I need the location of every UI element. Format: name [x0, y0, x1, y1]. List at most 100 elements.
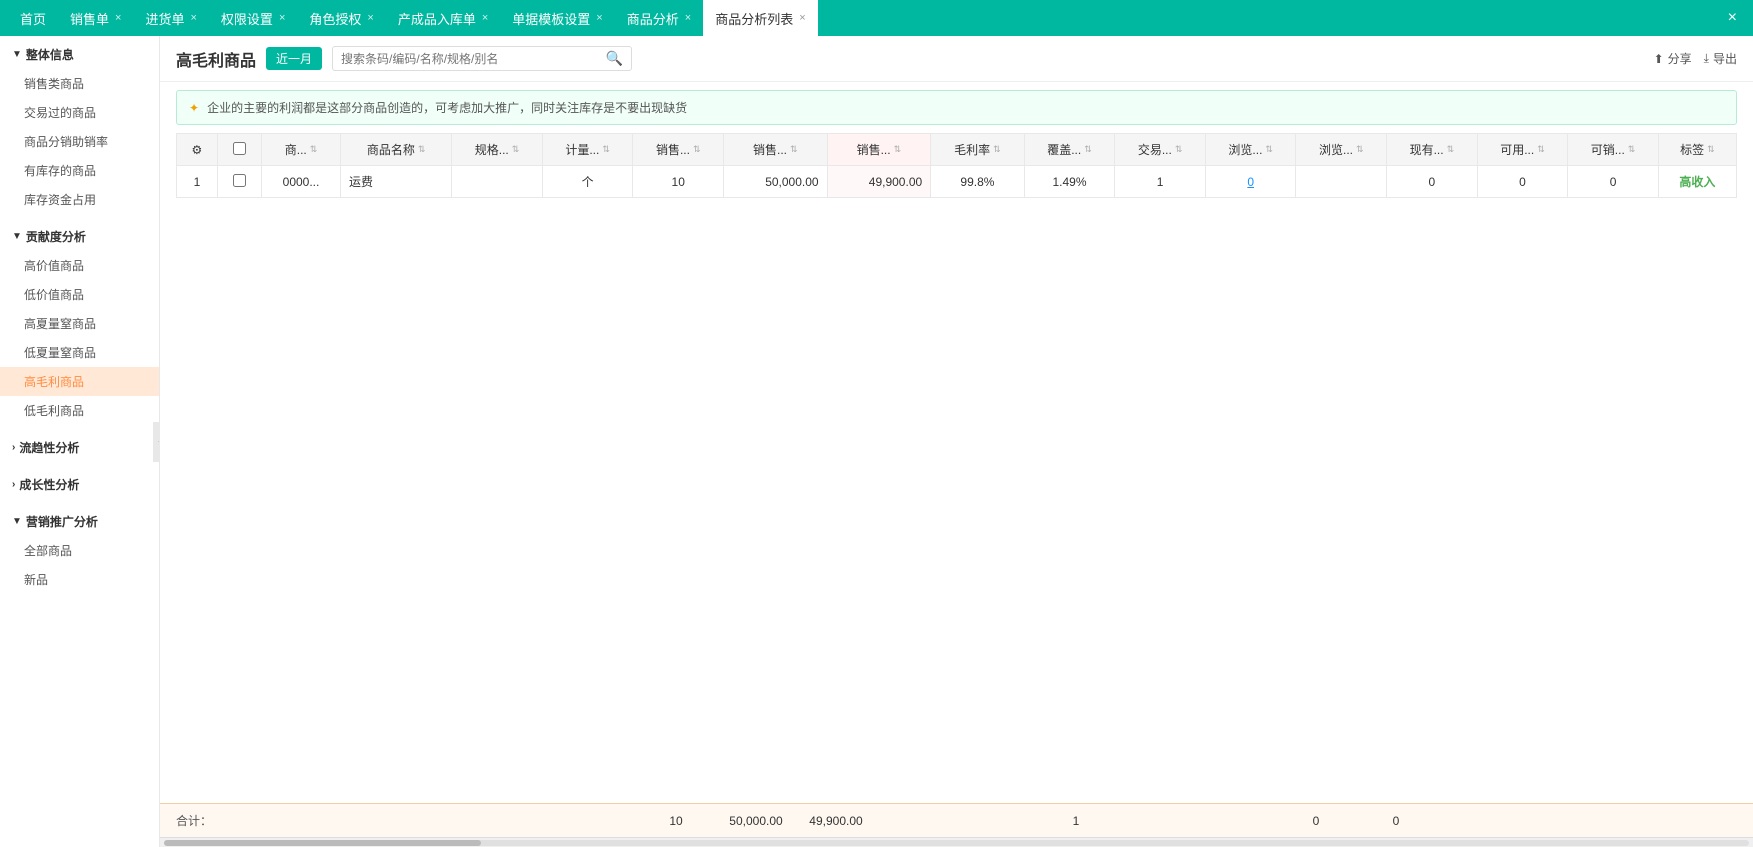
nav-permissions[interactable]: 权限设置 × — [209, 0, 297, 36]
select-all-checkbox[interactable] — [233, 142, 246, 155]
col-checkbox[interactable] — [217, 134, 261, 166]
nav-purchase[interactable]: 进货单 × — [133, 0, 208, 36]
scrollbar-thumb[interactable] — [164, 840, 481, 846]
cell-unit: 个 — [542, 166, 633, 198]
sidebar-item-stocked-goods[interactable]: 有库存的商品 — [0, 156, 159, 185]
sort-icon-14: ⇅ — [1537, 144, 1545, 155]
col-sales-qty[interactable]: 销售...⇅ — [633, 134, 724, 166]
col-settings[interactable]: ⚙ — [177, 134, 218, 166]
nav-sales-label: 销售单 — [70, 9, 109, 28]
summary-cell-sales-qty: 10 — [636, 814, 716, 828]
nav-analysis-close[interactable]: × — [685, 12, 691, 24]
nav-analysis[interactable]: 商品分析 × — [615, 0, 703, 36]
col-coverage[interactable]: 覆盖...⇅ — [1024, 134, 1115, 166]
nav-analysis-list-close[interactable]: × — [799, 12, 805, 24]
sidebar-item-high-margin[interactable]: 高毛利商品 — [0, 367, 159, 396]
col-sales-amount[interactable]: 销售...⇅ — [724, 134, 828, 166]
arrow-down-icon: ▼ — [12, 49, 22, 60]
nav-roles-close[interactable]: × — [367, 12, 373, 24]
cell-browse2 — [1296, 166, 1387, 198]
sidebar-item-inventory-capital[interactable]: 库存资金占用 — [0, 185, 159, 214]
nav-roles[interactable]: 角色授权 × — [297, 0, 385, 36]
sidebar-group-marketing: ▼ 营销推广分析 全部商品 新品 — [0, 503, 159, 598]
nav-product-entry[interactable]: 产成品入库单 × — [386, 0, 500, 36]
sidebar-group-growth-header[interactable]: › 成长性分析 — [0, 470, 159, 499]
sidebar-group-marketing-header[interactable]: ▼ 营销推广分析 — [0, 507, 159, 536]
summary-cells: 10 50,000.00 49,900.00 1 0 0 — [236, 814, 1737, 828]
nav-product-entry-close[interactable]: × — [482, 12, 488, 24]
summary-cell-sales-amount: 50,000.00 — [716, 814, 796, 828]
export-button[interactable]: ⤓ 导出 — [1704, 50, 1737, 67]
nav-analysis-list[interactable]: 商品分析列表 × — [703, 0, 817, 36]
sidebar-group-contribution-header[interactable]: ▼ 贡献度分析 — [0, 222, 159, 251]
cell-gross-rate: 99.8% — [931, 166, 1025, 198]
nav-home[interactable]: 首页 — [8, 0, 58, 36]
nav-roles-label: 角色授权 — [309, 9, 361, 28]
nav-purchase-close[interactable]: × — [190, 12, 196, 24]
sort-icon-2: ⇅ — [418, 144, 426, 155]
cell-browse1[interactable]: 0 — [1205, 166, 1296, 198]
sidebar: « ▼ 整体信息 销售类商品 交易过的商品 商品分销助销率 有库存的商品 库存资… — [0, 36, 160, 847]
share-button[interactable]: ⬆ 分享 — [1654, 50, 1692, 67]
sidebar-item-high-freq[interactable]: 高夏量窒商品 — [0, 309, 159, 338]
sort-icon-9: ⇅ — [1084, 144, 1092, 155]
col-browse1[interactable]: 浏览...⇅ — [1205, 134, 1296, 166]
nav-template[interactable]: 单据模板设置 × — [500, 0, 614, 36]
summary-cell-10 — [956, 814, 1036, 828]
cell-spec — [452, 166, 543, 198]
sidebar-item-low-value[interactable]: 低价值商品 — [0, 280, 159, 309]
col-code[interactable]: 商...⇅ — [262, 134, 341, 166]
nav-permissions-close[interactable]: × — [279, 12, 285, 24]
col-unit[interactable]: 计量...⇅ — [542, 134, 633, 166]
sidebar-item-new-goods[interactable]: 新品 — [0, 565, 159, 594]
sidebar-group-trend: › 流趋性分析 — [0, 429, 159, 466]
col-sales-profit[interactable]: 销售...⇅ — [827, 134, 931, 166]
col-spec[interactable]: 规格...⇅ — [452, 134, 543, 166]
col-current-stock[interactable]: 现有...⇅ — [1387, 134, 1478, 166]
col-gross-rate[interactable]: 毛利率⇅ — [931, 134, 1025, 166]
nav-home-label: 首页 — [20, 9, 46, 28]
sidebar-toggle[interactable]: « — [153, 422, 160, 462]
nav-sales[interactable]: 销售单 × — [58, 0, 133, 36]
col-transaction[interactable]: 交易...⇅ — [1115, 134, 1206, 166]
sidebar-group-overall: ▼ 整体信息 销售类商品 交易过的商品 商品分销助销率 有库存的商品 库存资金占… — [0, 36, 159, 218]
nav-sales-close[interactable]: × — [115, 12, 121, 24]
window-close-button[interactable]: × — [1720, 9, 1745, 27]
search-icon[interactable]: 🔍 — [606, 50, 623, 67]
table-wrapper: ⚙ 商...⇅ 商品名称⇅ 规格...⇅ 计量...⇅ — [160, 133, 1753, 803]
sidebar-item-all-goods[interactable]: 全部商品 — [0, 536, 159, 565]
summary-cell-12 — [1116, 814, 1196, 828]
sidebar-group-overall-header[interactable]: ▼ 整体信息 — [0, 40, 159, 69]
summary-cell-transaction: 1 — [1036, 814, 1116, 828]
cell-tag: 高收入 — [1658, 166, 1736, 198]
nav-template-close[interactable]: × — [596, 12, 602, 24]
sort-icon-12: ⇅ — [1356, 144, 1364, 155]
sidebar-item-low-freq[interactable]: 低夏量窒商品 — [0, 338, 159, 367]
sort-icon-13: ⇅ — [1447, 144, 1455, 155]
nav-template-label: 单据模板设置 — [512, 9, 590, 28]
sidebar-item-low-margin[interactable]: 低毛利商品 — [0, 396, 159, 425]
cell-coverage: 1.49% — [1024, 166, 1115, 198]
nav-purchase-label: 进货单 — [145, 9, 184, 28]
bottom-scrollbar[interactable] — [160, 837, 1753, 847]
content-area: 高毛利商品 近一月 🔍 ⬆ 分享 ⤓ 导出 ✦ 企业的主要的利润都是这部分商品创… — [160, 36, 1753, 847]
col-browse2[interactable]: 浏览...⇅ — [1296, 134, 1387, 166]
col-tag[interactable]: 标签⇅ — [1658, 134, 1736, 166]
row-checkbox[interactable] — [233, 174, 246, 187]
sidebar-item-high-value[interactable]: 高价值商品 — [0, 251, 159, 280]
sidebar-group-contribution: ▼ 贡献度分析 高价值商品 低价值商品 高夏量窒商品 低夏量窒商品 高毛利商品 … — [0, 218, 159, 429]
sidebar-group-trend-header[interactable]: › 流趋性分析 — [0, 433, 159, 462]
arrow-right-icon: › — [12, 442, 15, 453]
cell-checkbox[interactable] — [217, 166, 261, 198]
search-input[interactable] — [341, 52, 606, 66]
nav-analysis-label: 商品分析 — [627, 9, 679, 28]
col-sellable-stock[interactable]: 可销...⇅ — [1568, 134, 1659, 166]
summary-cell-4 — [476, 814, 556, 828]
sidebar-item-traded-goods[interactable]: 交易过的商品 — [0, 98, 159, 127]
export-icon: ⤓ — [1704, 51, 1709, 66]
col-name[interactable]: 商品名称⇅ — [341, 134, 452, 166]
sidebar-item-distribution-rate[interactable]: 商品分销助销率 — [0, 127, 159, 156]
col-available-stock[interactable]: 可用...⇅ — [1477, 134, 1568, 166]
period-button[interactable]: 近一月 — [266, 47, 322, 70]
sidebar-item-sales-goods[interactable]: 销售类商品 — [0, 69, 159, 98]
